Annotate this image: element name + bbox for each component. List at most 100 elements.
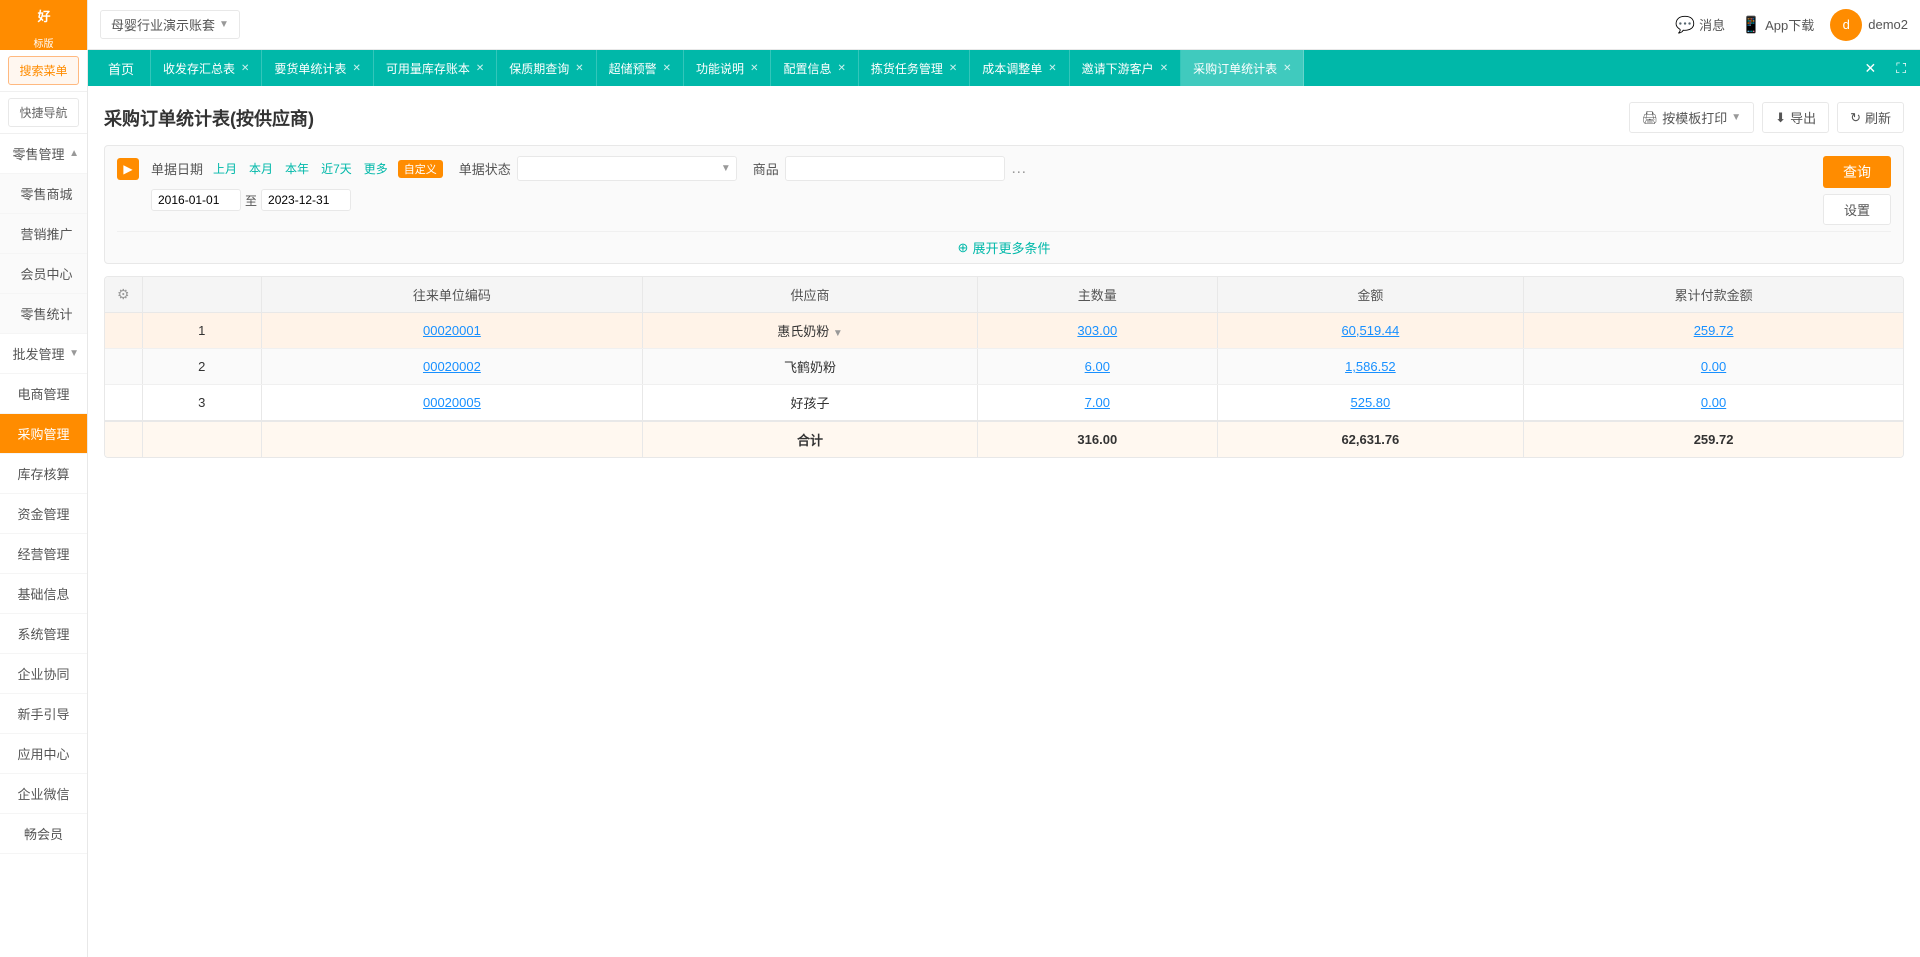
- expand-row-icon[interactable]: ▼: [833, 328, 843, 339]
- expand-btn[interactable]: ⊕ 展开更多条件: [958, 238, 1051, 257]
- td-paid-amount-3[interactable]: 0.00: [1524, 385, 1903, 422]
- td-main-qty-1[interactable]: 303.00: [977, 313, 1217, 349]
- sidebar-item-basic[interactable]: 基础信息: [0, 574, 87, 614]
- refresh-btn[interactable]: ↻ 刷新: [1837, 102, 1904, 133]
- table-footer-row: 合计 316.00 62,631.76 259.72: [105, 421, 1903, 457]
- tab-overstock[interactable]: 超储预警 ✕: [597, 50, 684, 86]
- td-supplier-name-1: 惠氏奶粉 ▼: [643, 313, 978, 349]
- sidebar-item-marketing[interactable]: 营销推广: [0, 214, 87, 254]
- expand-arrow-icon: ⊕: [958, 240, 969, 256]
- filter-bar: ▶ 单据日期 上月 本月 本年 近7天: [104, 145, 1904, 264]
- shortcut-more[interactable]: 更多: [360, 159, 392, 178]
- tab-order-summary[interactable]: 要货单统计表 ✕: [262, 50, 373, 86]
- data-table-container: ⚙ 往来单位编码 供应商 主数量 金额 累计付款金额: [104, 276, 1904, 458]
- sidebar-item-weixin[interactable]: 企业微信: [0, 774, 87, 814]
- shortcut-this-year[interactable]: 本年: [281, 159, 313, 178]
- td-amount-2[interactable]: 1,586.52: [1217, 349, 1524, 385]
- tab-close-invite[interactable]: ✕: [1160, 63, 1168, 74]
- workspace-selector[interactable]: 母婴行业演示账套 ▼: [100, 10, 240, 39]
- sidebar-item-member[interactable]: 会员中心: [0, 254, 87, 294]
- close-all-tabs-btn[interactable]: ✕: [1858, 58, 1882, 79]
- workspace-arrow-icon: ▼: [219, 19, 229, 30]
- goods-input[interactable]: [785, 156, 1005, 181]
- user-menu[interactable]: d demo2: [1830, 9, 1908, 41]
- td-gear-3: [105, 385, 142, 422]
- tab-home[interactable]: 首页: [92, 50, 151, 86]
- topbar: 母婴行业演示账套 ▼ 💬 消息 📱 App下载 d demo2: [88, 0, 1920, 50]
- settings-btn[interactable]: 设置: [1823, 194, 1891, 225]
- tab-cost-adjust[interactable]: 成本调整单 ✕: [970, 50, 1069, 86]
- tab-close-pick-task[interactable]: ✕: [949, 63, 957, 74]
- td-supplier-code-1[interactable]: 00020001: [261, 313, 642, 349]
- sidebar: 好 标版 搜索菜单 快捷导航 零售管理 ▲ 零售商城 营销推广 会员中心 零售统…: [0, 0, 88, 957]
- td-paid-amount-2[interactable]: 0.00: [1524, 349, 1903, 385]
- td-gear-2: [105, 349, 142, 385]
- footer-paid-amount: 259.72: [1524, 421, 1903, 457]
- tab-invite[interactable]: 邀请下游客户 ✕: [1070, 50, 1181, 86]
- td-supplier-code-2[interactable]: 00020002: [261, 349, 642, 385]
- tab-close-function-desc[interactable]: ✕: [750, 63, 758, 74]
- date-to-input[interactable]: [261, 189, 351, 211]
- tab-receive-send[interactable]: 收发存汇总表 ✕: [151, 50, 262, 86]
- sidebar-item-app-center[interactable]: 应用中心: [0, 734, 87, 774]
- td-paid-amount-1[interactable]: 259.72: [1524, 313, 1903, 349]
- tab-function-desc[interactable]: 功能说明 ✕: [684, 50, 771, 86]
- tab-close-expire-query[interactable]: ✕: [575, 63, 583, 74]
- sidebar-item-ecommerce[interactable]: 电商管理: [0, 374, 87, 414]
- goods-more-icon[interactable]: …: [1011, 160, 1027, 178]
- sidebar-item-purchase[interactable]: 采购管理: [0, 414, 87, 454]
- fullscreen-btn[interactable]: ⛶: [1890, 58, 1912, 79]
- sidebar-item-retail[interactable]: 零售管理 ▲: [0, 134, 87, 174]
- page-content: 采购订单统计表(按供应商) 🖨 按模板打印 ▼ ⬇ 导出 ↻ 刷新: [88, 86, 1920, 957]
- shortcut-last-month[interactable]: 上月: [209, 159, 241, 178]
- sidebar-logo[interactable]: 好 标版: [0, 0, 87, 50]
- export-btn[interactable]: ⬇ 导出: [1762, 102, 1829, 133]
- template-print-btn[interactable]: 🖨 按模板打印 ▼: [1629, 102, 1754, 133]
- sidebar-item-retail-shop[interactable]: 零售商城: [0, 174, 87, 214]
- tab-close-config[interactable]: ✕: [837, 63, 845, 74]
- tab-expire-query[interactable]: 保质期查询 ✕: [497, 50, 596, 86]
- search-menu-btn[interactable]: 搜索菜单: [8, 56, 79, 85]
- sidebar-item-operation[interactable]: 经营管理: [0, 534, 87, 574]
- td-supplier-code-3[interactable]: 00020005: [261, 385, 642, 422]
- tab-close-overstock[interactable]: ✕: [663, 63, 671, 74]
- tab-close-purchase-stat[interactable]: ✕: [1283, 63, 1291, 74]
- footer-main-qty: 316.00: [977, 421, 1217, 457]
- td-main-qty-2[interactable]: 6.00: [977, 349, 1217, 385]
- sidebar-item-member2[interactable]: 畅会员: [0, 814, 87, 854]
- sidebar-item-wholesale[interactable]: 批发管理 ▼: [0, 334, 87, 374]
- status-select[interactable]: [517, 156, 737, 181]
- gear-settings-icon[interactable]: ⚙: [117, 286, 130, 302]
- app-download-btn[interactable]: 📱 App下载: [1741, 15, 1814, 35]
- filter-goods-group: 商品 …: [753, 156, 1027, 181]
- sidebar-item-finance[interactable]: 资金管理: [0, 494, 87, 534]
- status-label: 单据状态: [459, 159, 511, 178]
- sidebar-item-guide[interactable]: 新手引导: [0, 694, 87, 734]
- username-label: demo2: [1868, 17, 1908, 32]
- tab-close-cost-adjust[interactable]: ✕: [1048, 63, 1056, 74]
- sidebar-item-inventory[interactable]: 库存核算: [0, 454, 87, 494]
- tab-purchase-stat[interactable]: 采购订单统计表 ✕: [1181, 50, 1304, 86]
- td-amount-1[interactable]: 60,519.44: [1217, 313, 1524, 349]
- td-amount-3[interactable]: 525.80: [1217, 385, 1524, 422]
- table-row[interactable]: 2 00020002 飞鹤奶粉 6.00 1,586.52 0.00: [105, 349, 1903, 385]
- query-btn[interactable]: 查询: [1823, 156, 1891, 188]
- sidebar-item-retail-stat[interactable]: 零售统计: [0, 294, 87, 334]
- tab-close-receive-send[interactable]: ✕: [241, 63, 249, 74]
- tab-close-stock-book[interactable]: ✕: [476, 63, 484, 74]
- shortcut-7days[interactable]: 近7天: [317, 159, 356, 178]
- table-row[interactable]: 1 00020001 惠氏奶粉 ▼ 303.00 60,519.44 259.7…: [105, 313, 1903, 349]
- tab-close-order-summary[interactable]: ✕: [352, 63, 360, 74]
- filter-toggle-btn[interactable]: ▶: [117, 158, 139, 180]
- table-row[interactable]: 3 00020005 好孩子 7.00 525.80 0.00: [105, 385, 1903, 422]
- quick-nav-btn[interactable]: 快捷导航: [8, 98, 79, 127]
- tab-config[interactable]: 配置信息 ✕: [771, 50, 858, 86]
- tab-stock-book[interactable]: 可用量库存账本 ✕: [374, 50, 497, 86]
- td-main-qty-3[interactable]: 7.00: [977, 385, 1217, 422]
- sidebar-item-system[interactable]: 系统管理: [0, 614, 87, 654]
- date-from-input[interactable]: [151, 189, 241, 211]
- sidebar-item-enterprise[interactable]: 企业协同: [0, 654, 87, 694]
- tab-pick-task[interactable]: 拣货任务管理 ✕: [859, 50, 970, 86]
- message-btn[interactable]: 💬 消息: [1675, 15, 1725, 35]
- shortcut-this-month[interactable]: 本月: [245, 159, 277, 178]
